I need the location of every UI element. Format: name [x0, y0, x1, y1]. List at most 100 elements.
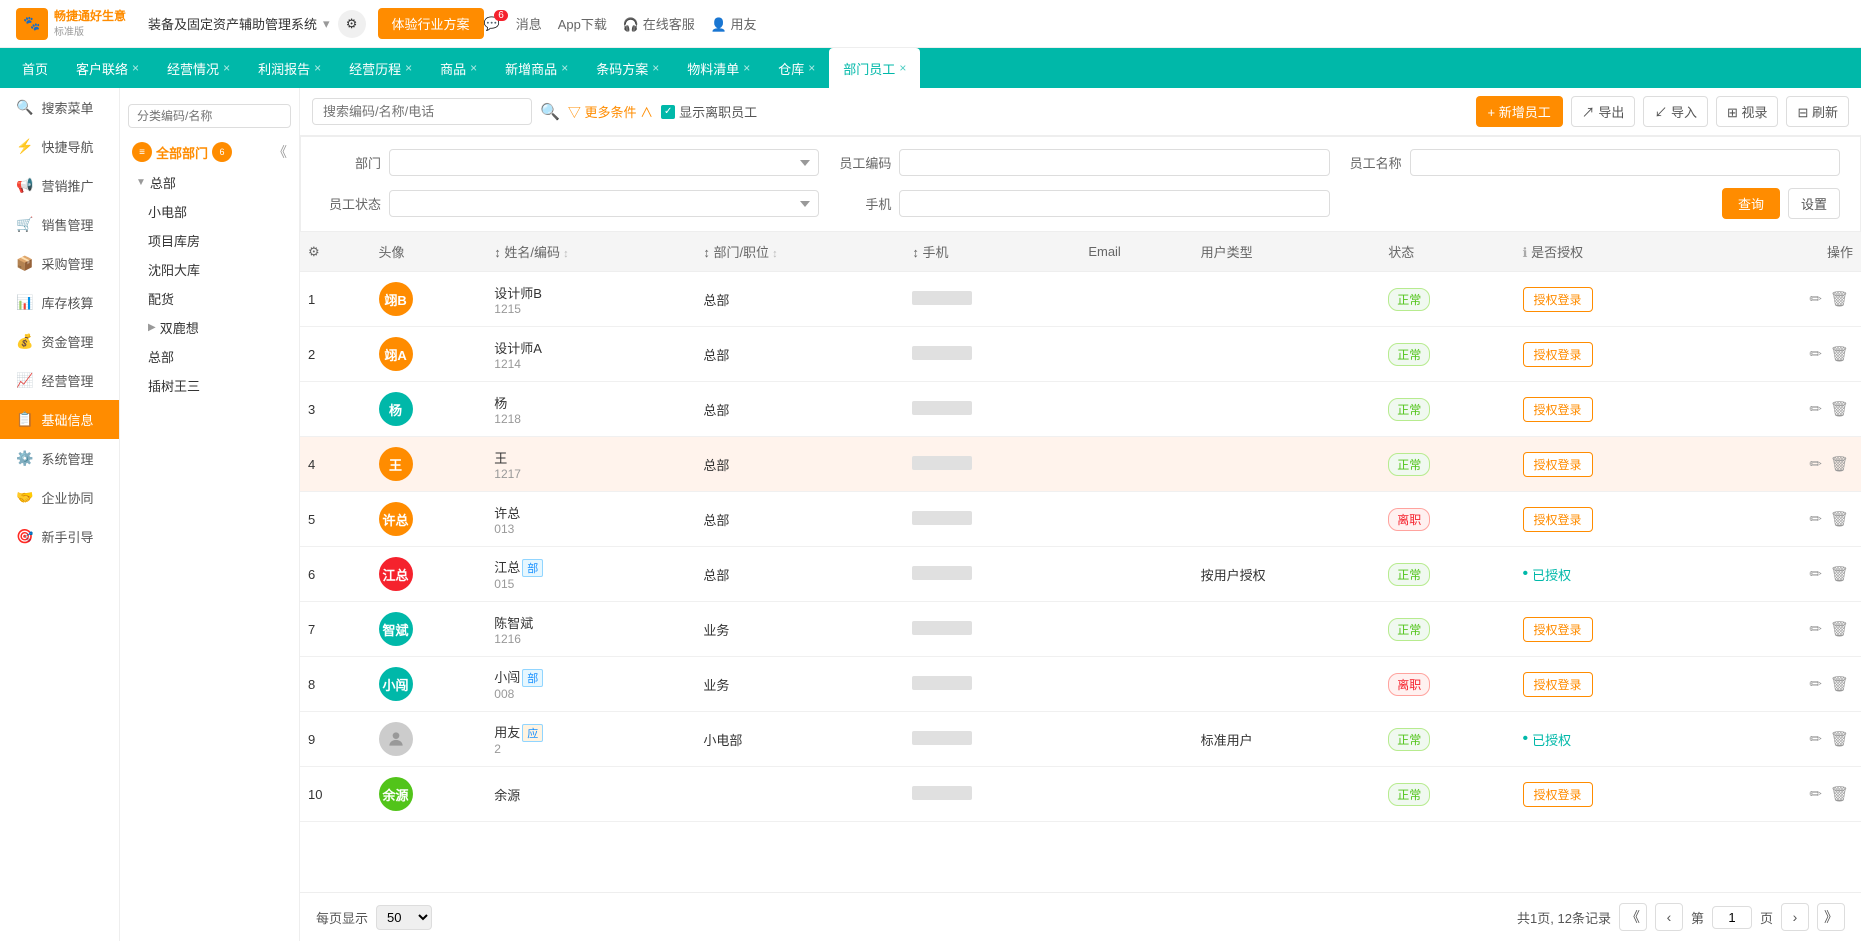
- edit-button[interactable]: ✏: [1805, 673, 1826, 695]
- dept-node-shenyang[interactable]: 沈阳大库: [124, 255, 295, 284]
- close-icon[interactable]: ×: [652, 61, 659, 75]
- dept-filter-select[interactable]: [389, 149, 819, 176]
- auth-login-button[interactable]: 授权登录: [1523, 452, 1593, 477]
- edit-button[interactable]: ✏: [1805, 563, 1826, 585]
- prev-page-btn[interactable]: ‹: [1655, 903, 1683, 931]
- more-filter-btn[interactable]: ▽ 更多条件 ∧: [568, 102, 653, 121]
- nav-tab-history[interactable]: 经营历程×: [335, 48, 426, 88]
- th-name-code[interactable]: ↕ 姓名/编码: [486, 232, 695, 272]
- close-icon[interactable]: ×: [470, 61, 477, 75]
- search-button[interactable]: 🔍: [540, 102, 560, 122]
- message-icon[interactable]: 💬 6: [484, 16, 500, 32]
- first-page-btn[interactable]: 《: [1619, 903, 1647, 931]
- sidebar-item-basic[interactable]: 📋 基础信息: [0, 400, 119, 439]
- dept-node-general[interactable]: ▼总部: [124, 168, 295, 197]
- auth-login-button[interactable]: 授权登录: [1523, 617, 1593, 642]
- dept-node-chashuwang[interactable]: 插树王三: [124, 371, 295, 400]
- nav-home[interactable]: 首页: [8, 48, 62, 88]
- sidebar-item-system[interactable]: ⚙️ 系统管理: [0, 439, 119, 478]
- export-button[interactable]: ↗ 导出: [1571, 96, 1636, 127]
- delete-button[interactable]: 🗑: [1826, 508, 1853, 530]
- emp-name-input[interactable]: [1410, 149, 1840, 176]
- emp-code-input[interactable]: [899, 149, 1329, 176]
- nav-tab-profit[interactable]: 利润报告×: [244, 48, 335, 88]
- close-icon[interactable]: ×: [223, 61, 230, 75]
- nav-tab-add-goods[interactable]: 新增商品×: [491, 48, 582, 88]
- delete-button[interactable]: 🗑: [1826, 288, 1853, 310]
- next-page-btn[interactable]: ›: [1781, 903, 1809, 931]
- delete-button[interactable]: 🗑: [1826, 453, 1853, 475]
- settings-icon[interactable]: ⚙: [338, 10, 366, 38]
- sidebar-item-guide[interactable]: 🎯 新手引导: [0, 517, 119, 556]
- close-icon[interactable]: ×: [743, 61, 750, 75]
- close-icon[interactable]: ×: [561, 61, 568, 75]
- emp-status-select[interactable]: [389, 190, 819, 217]
- auth-login-button[interactable]: 授权登录: [1523, 507, 1593, 532]
- dept-node-project[interactable]: 项目库房: [124, 226, 295, 255]
- import-button[interactable]: ↙ 导入: [1643, 96, 1708, 127]
- sidebar-item-operation[interactable]: 📈 经营管理: [0, 361, 119, 400]
- set-button[interactable]: 设置: [1788, 188, 1840, 219]
- dept-node-shuanglu[interactable]: ▶双鹿想: [124, 313, 295, 342]
- phone-input[interactable]: [899, 190, 1329, 217]
- close-icon[interactable]: ×: [405, 61, 412, 75]
- sidebar-item-search[interactable]: 🔍 搜索菜单: [0, 88, 119, 127]
- auth-login-button[interactable]: 授权登录: [1523, 397, 1593, 422]
- nav-tab-customer[interactable]: 客户联络×: [62, 48, 153, 88]
- dropdown-arrow[interactable]: ▾: [323, 16, 330, 32]
- nav-tab-dept-emp[interactable]: 部门员工×: [829, 48, 920, 88]
- close-icon[interactable]: ×: [808, 61, 815, 75]
- th-settings[interactable]: ⚙: [300, 232, 371, 272]
- auth-login-button[interactable]: 授权登录: [1523, 672, 1593, 697]
- dept-node-general2[interactable]: 总部: [124, 342, 295, 371]
- edit-button[interactable]: ✏: [1805, 453, 1826, 475]
- close-icon[interactable]: ×: [314, 61, 321, 75]
- user-avatar[interactable]: 👤 用友: [711, 14, 757, 33]
- edit-button[interactable]: ✏: [1805, 728, 1826, 750]
- sidebar-item-sales[interactable]: 🛒 销售管理: [0, 205, 119, 244]
- search-input[interactable]: [312, 98, 532, 125]
- edit-button[interactable]: ✏: [1805, 343, 1826, 365]
- auth-login-button[interactable]: 授权登录: [1523, 342, 1593, 367]
- nav-tab-warehouse[interactable]: 仓库×: [764, 48, 829, 88]
- dept-node-distribution[interactable]: 配货: [124, 284, 295, 313]
- online-service[interactable]: 🎧 在线客服: [623, 14, 695, 33]
- delete-button[interactable]: 🗑: [1826, 563, 1853, 585]
- sidebar-item-marketing[interactable]: 📢 营销推广: [0, 166, 119, 205]
- th-dept-pos[interactable]: ↕ 部门/职位: [695, 232, 904, 272]
- nav-tab-barcode[interactable]: 条码方案×: [582, 48, 673, 88]
- nav-tab-operation[interactable]: 经营情况×: [153, 48, 244, 88]
- sidebar-item-purchase[interactable]: 📦 采购管理: [0, 244, 119, 283]
- app-download[interactable]: App下载: [558, 14, 607, 33]
- auth-login-button[interactable]: 授权登录: [1523, 782, 1593, 807]
- experience-btn[interactable]: 体验行业方案: [378, 8, 484, 39]
- edit-button[interactable]: ✏: [1805, 398, 1826, 420]
- edit-button[interactable]: ✏: [1805, 783, 1826, 805]
- nav-tab-bom[interactable]: 物料清单×: [673, 48, 764, 88]
- close-icon[interactable]: ×: [899, 61, 906, 75]
- resigned-checkbox[interactable]: ✓: [661, 105, 675, 119]
- delete-button[interactable]: 🗑: [1826, 783, 1853, 805]
- edit-button[interactable]: ✏: [1805, 508, 1826, 530]
- view-button[interactable]: ⊞ 视录: [1716, 96, 1779, 127]
- nav-tab-goods[interactable]: 商品×: [426, 48, 491, 88]
- all-dept-label[interactable]: 全部部门: [156, 143, 208, 162]
- edit-button[interactable]: ✏: [1805, 618, 1826, 640]
- delete-button[interactable]: 🗑: [1826, 673, 1853, 695]
- dept-search-input[interactable]: [128, 104, 291, 128]
- show-resigned-toggle[interactable]: ✓ 显示离职员工: [661, 102, 757, 121]
- sidebar-item-finance[interactable]: 💰 资金管理: [0, 322, 119, 361]
- add-emp-button[interactable]: + 新增员工: [1476, 96, 1563, 127]
- page-input[interactable]: [1712, 906, 1752, 929]
- close-icon[interactable]: ×: [132, 61, 139, 75]
- delete-button[interactable]: 🗑: [1826, 728, 1853, 750]
- sidebar-item-enterprise[interactable]: 🤝 企业协同: [0, 478, 119, 517]
- sidebar-item-inventory[interactable]: 📊 库存核算: [0, 283, 119, 322]
- delete-button[interactable]: 🗑: [1826, 398, 1853, 420]
- print-button[interactable]: ⊟ 刷新: [1786, 96, 1849, 127]
- last-page-btn[interactable]: 》: [1817, 903, 1845, 931]
- per-page-select[interactable]: 50 100: [376, 905, 432, 930]
- dept-node-small-elec[interactable]: 小电部: [124, 197, 295, 226]
- sidebar-item-shortcut[interactable]: ⚡ 快捷导航: [0, 127, 119, 166]
- delete-button[interactable]: 🗑: [1826, 343, 1853, 365]
